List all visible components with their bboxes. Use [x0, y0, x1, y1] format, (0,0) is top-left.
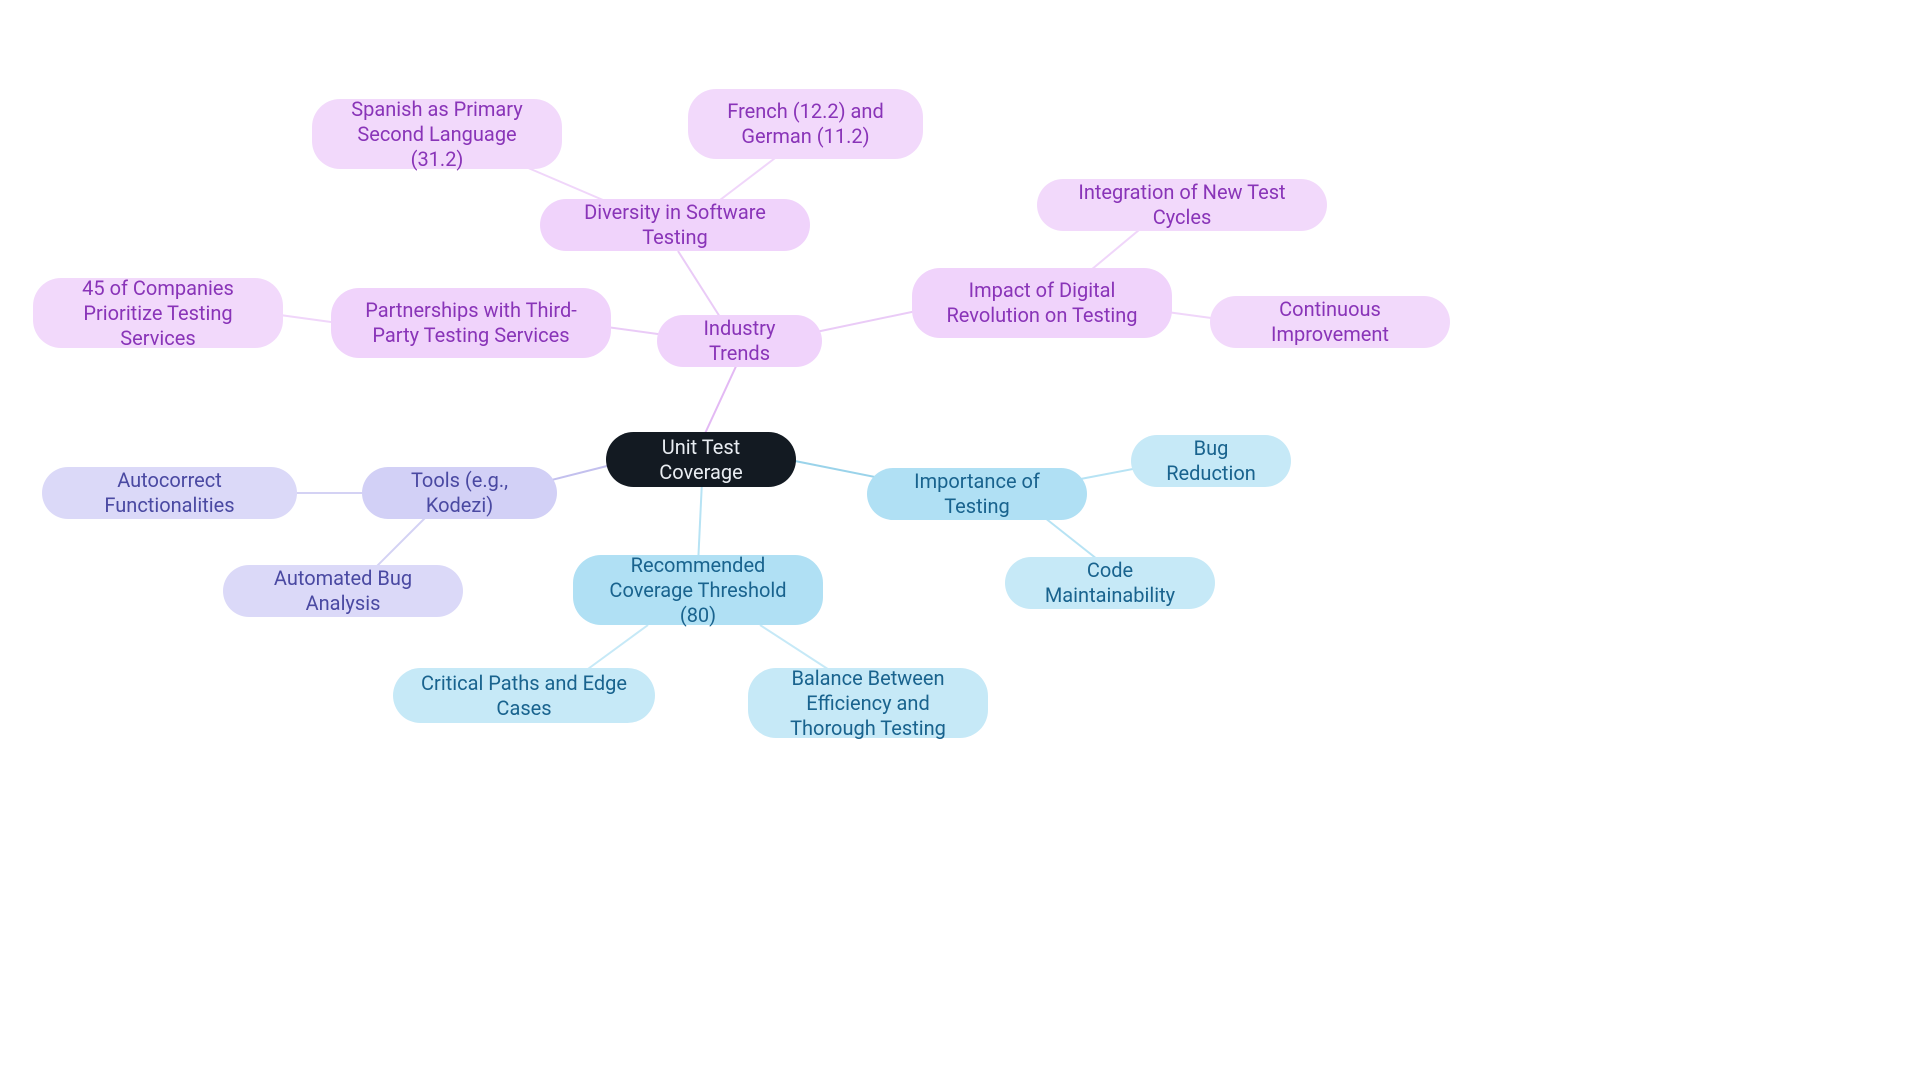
node-diversity[interactable]: Diversity in Software Testing [540, 199, 810, 251]
node-maintainability[interactable]: Code Maintainability [1005, 557, 1215, 609]
node-tools-label: Tools (e.g., Kodezi) [384, 468, 535, 518]
node-trends[interactable]: Industry Trends [657, 315, 822, 367]
root-node[interactable]: Unit Test Coverage [606, 432, 796, 487]
node-autocorrect-label: Autocorrect Functionalities [64, 468, 275, 518]
node-balance[interactable]: Balance Between Efficiency and Thorough … [748, 668, 988, 738]
node-automated-bug-label: Automated Bug Analysis [245, 566, 441, 616]
node-prioritize[interactable]: 45 of Companies Prioritize Testing Servi… [33, 278, 283, 348]
node-partnerships-label: Partnerships with Third-Party Testing Se… [353, 298, 589, 348]
node-bug-reduction-label: Bug Reduction [1153, 436, 1269, 486]
edges-layer [0, 0, 1920, 1083]
node-diversity-label: Diversity in Software Testing [562, 200, 788, 250]
node-impact-label: Impact of Digital Revolution on Testing [934, 278, 1150, 328]
node-critical-paths-label: Critical Paths and Edge Cases [415, 671, 633, 721]
node-impact[interactable]: Impact of Digital Revolution on Testing [912, 268, 1172, 338]
node-threshold-label: Recommended Coverage Threshold (80) [595, 553, 801, 628]
node-importance[interactable]: Importance of Testing [867, 468, 1087, 520]
node-integration[interactable]: Integration of New Test Cycles [1037, 179, 1327, 231]
node-importance-label: Importance of Testing [889, 469, 1065, 519]
node-maintainability-label: Code Maintainability [1027, 558, 1193, 608]
node-autocorrect[interactable]: Autocorrect Functionalities [42, 467, 297, 519]
node-trends-label: Industry Trends [679, 316, 800, 366]
root-label: Unit Test Coverage [628, 435, 774, 485]
node-balance-label: Balance Between Efficiency and Thorough … [770, 666, 966, 741]
node-bug-reduction[interactable]: Bug Reduction [1131, 435, 1291, 487]
node-threshold[interactable]: Recommended Coverage Threshold (80) [573, 555, 823, 625]
node-prioritize-label: 45 of Companies Prioritize Testing Servi… [55, 276, 261, 351]
node-tools[interactable]: Tools (e.g., Kodezi) [362, 467, 557, 519]
node-spanish[interactable]: Spanish as Primary Second Language (31.2… [312, 99, 562, 169]
node-improvement[interactable]: Continuous Improvement [1210, 296, 1450, 348]
node-partnerships[interactable]: Partnerships with Third-Party Testing Se… [331, 288, 611, 358]
node-spanish-label: Spanish as Primary Second Language (31.2… [334, 97, 540, 172]
node-automated-bug[interactable]: Automated Bug Analysis [223, 565, 463, 617]
node-french-german[interactable]: French (12.2) and German (11.2) [688, 89, 923, 159]
node-integration-label: Integration of New Test Cycles [1059, 180, 1305, 230]
node-improvement-label: Continuous Improvement [1232, 297, 1428, 347]
node-critical-paths[interactable]: Critical Paths and Edge Cases [393, 668, 655, 723]
node-french-german-label: French (12.2) and German (11.2) [710, 99, 901, 149]
